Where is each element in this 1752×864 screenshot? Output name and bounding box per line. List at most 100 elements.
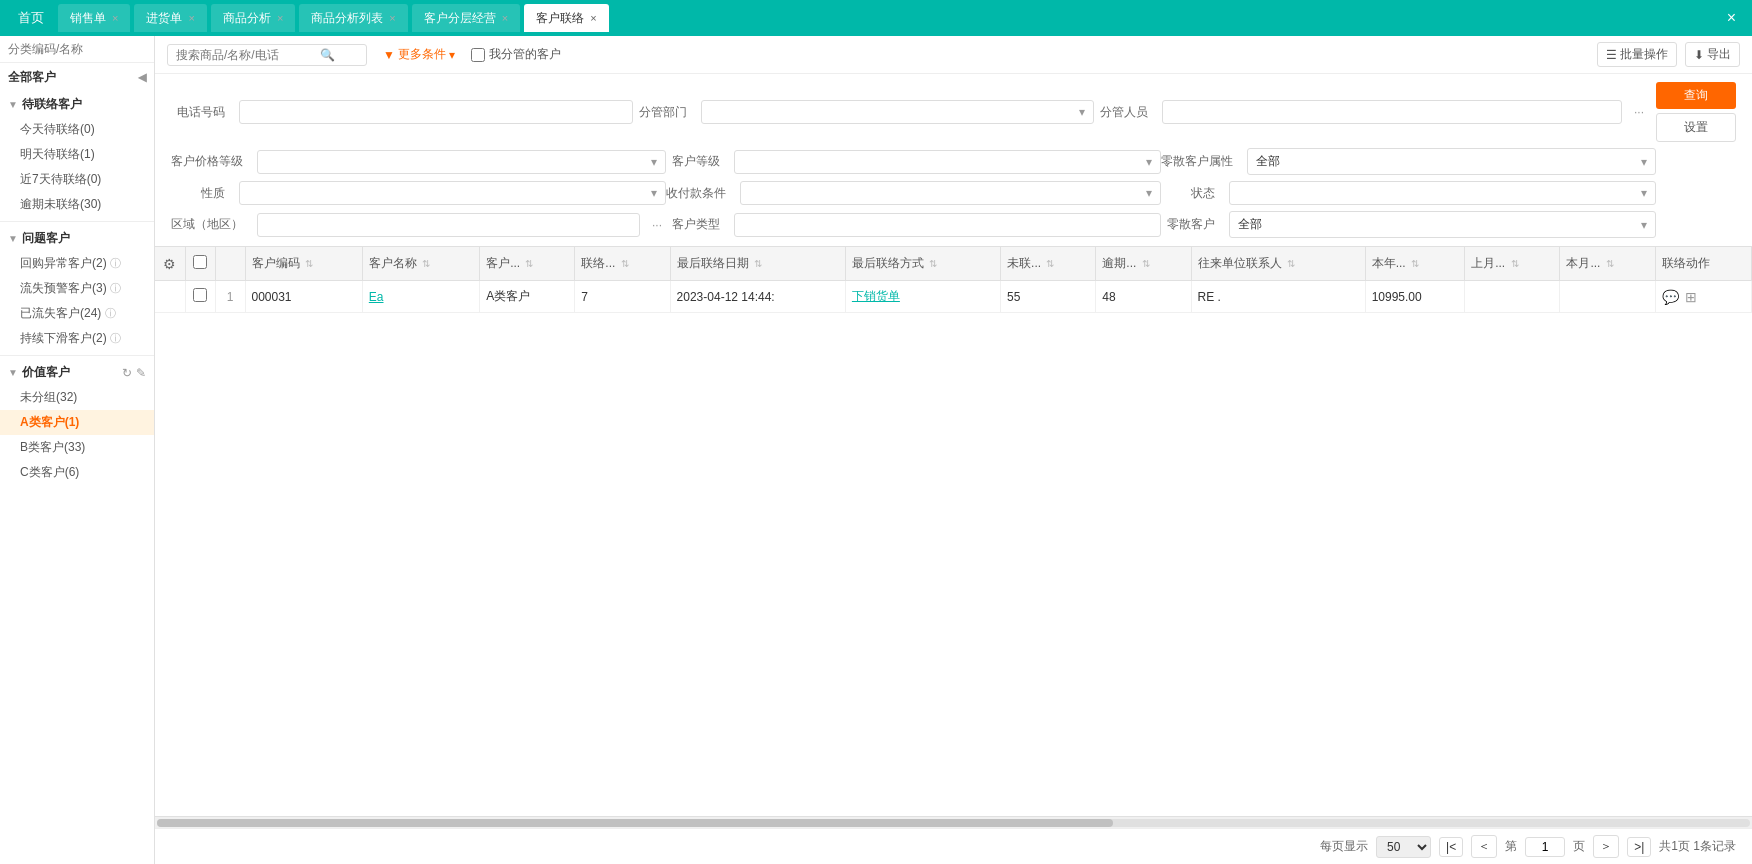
sidebar-item-class-b[interactable]: B类客户(33) xyxy=(0,435,154,460)
sidebar-item-class-c[interactable]: C类客户(6) xyxy=(0,460,154,485)
col-last-month-sort-icon[interactable]: ⇅ xyxy=(1511,258,1519,269)
more-conditions-button[interactable]: ▼ 更多条件 ▾ xyxy=(375,43,463,66)
sidebar-item-class-a[interactable]: A类客户(1) xyxy=(0,410,154,435)
sidebar-item-declining[interactable]: 持续下滑客户(2) ⓘ xyxy=(0,326,154,351)
filter-cell-price-level: 客户价格等级 ▾ xyxy=(171,150,666,174)
my-customers-checkbox-label[interactable]: 我分管的客户 xyxy=(471,46,561,63)
sidebar-item-7days[interactable]: 近7天待联络(0) xyxy=(0,167,154,192)
prev-page-button[interactable]: ＜ xyxy=(1471,835,1497,858)
page-number-input[interactable] xyxy=(1525,837,1565,857)
query-button[interactable]: 查询 xyxy=(1656,82,1736,109)
row-overdue: 48 xyxy=(1102,290,1115,304)
per-page-select[interactable]: 50 100 200 xyxy=(1376,836,1431,858)
col-contact-sort-icon[interactable]: ⇅ xyxy=(621,258,629,269)
col-last-way-sort-icon[interactable]: ⇅ xyxy=(929,258,937,269)
edit-icon[interactable]: ✎ xyxy=(136,366,146,380)
price-level-select[interactable]: ▾ xyxy=(257,150,666,174)
tab-sales[interactable]: 销售单 × xyxy=(58,4,130,32)
settings-button[interactable]: 设置 xyxy=(1656,113,1736,142)
sidebar-item-tomorrow[interactable]: 明天待联络(1) xyxy=(0,142,154,167)
retail-attr-select[interactable]: 全部 ▾ xyxy=(1247,148,1656,175)
tab-product-analysis-list[interactable]: 商品分析列表 × xyxy=(299,4,407,32)
next-page-button[interactable]: ＞ xyxy=(1593,835,1619,858)
scrollbar-thumb[interactable] xyxy=(157,819,1113,827)
col-this-month-sort-icon[interactable]: ⇅ xyxy=(1606,258,1614,269)
last-page-button[interactable]: >| xyxy=(1627,837,1651,857)
search-submit-icon[interactable]: 🔍 xyxy=(320,48,335,62)
group-value-label: 价值客户 xyxy=(22,364,70,381)
row-num: 1 xyxy=(227,290,234,304)
sidebar-item-repurchase-abnormal[interactable]: 回购异常客户(2) ⓘ xyxy=(0,251,154,276)
row-last-way[interactable]: 下销货单 xyxy=(852,289,900,303)
phone-input[interactable] xyxy=(239,100,633,124)
sidebar-item-loss-warning[interactable]: 流失预警客户(3) ⓘ xyxy=(0,276,154,301)
retail-attr-label: 零散客户属性 xyxy=(1161,153,1239,170)
sidebar-item-overdue[interactable]: 逾期未联络(30) xyxy=(0,192,154,217)
first-page-button[interactable]: |< xyxy=(1439,837,1463,857)
sidebar-item-unclassified[interactable]: 未分组(32) xyxy=(0,385,154,410)
close-purchase-tab[interactable]: × xyxy=(188,12,194,24)
sidebar-search-input[interactable] xyxy=(8,42,155,56)
close-sales-tab[interactable]: × xyxy=(112,12,118,24)
region-input[interactable] xyxy=(257,213,640,237)
export-button[interactable]: ⬇ 导出 xyxy=(1685,42,1740,67)
row-name[interactable]: Ea xyxy=(369,290,384,304)
search-input[interactable] xyxy=(176,48,316,62)
col-header-unit-contact: 往来单位联系人 ⇅ xyxy=(1191,247,1365,281)
collapse-icon[interactable]: ◀ xyxy=(138,71,146,84)
retail2-select[interactable]: 全部 ▾ xyxy=(1229,211,1656,238)
row-num-cell: 1 xyxy=(215,281,245,313)
col-overdue-sort-icon[interactable]: ⇅ xyxy=(1142,258,1150,269)
group-pending-contact[interactable]: ▼ 待联络客户 xyxy=(0,92,154,117)
col-header-name: 客户名称 ⇅ xyxy=(362,247,479,281)
select-all-checkbox[interactable] xyxy=(193,255,207,269)
payment-select[interactable]: ▾ xyxy=(740,181,1161,205)
col-header-last-way: 最后联络方式 ⇅ xyxy=(845,247,1000,281)
batch-operation-button[interactable]: ☰ 批量操作 xyxy=(1597,42,1677,67)
horizontal-scrollbar[interactable] xyxy=(155,816,1752,828)
col-year-total-sort-icon[interactable]: ⇅ xyxy=(1411,258,1419,269)
group-value-title[interactable]: ▼ 价值客户 xyxy=(8,364,70,381)
close-product-analysis-tab[interactable]: × xyxy=(277,12,283,24)
status-select[interactable]: ▾ xyxy=(1229,181,1656,205)
refresh-icon[interactable]: ↻ xyxy=(122,366,132,380)
home-tab[interactable]: 首页 xyxy=(8,9,54,27)
col-type-sort-icon[interactable]: ⇅ xyxy=(525,258,533,269)
col-header-code: 客户编码 ⇅ xyxy=(245,247,362,281)
person-dots-icon[interactable]: ··· xyxy=(1630,105,1648,119)
row-contact: 7 xyxy=(581,290,588,304)
col-name-sort-icon[interactable]: ⇅ xyxy=(422,258,430,269)
col-code-sort-icon[interactable]: ⇅ xyxy=(305,258,313,269)
tab-customer-contact[interactable]: 客户联络 × xyxy=(524,4,608,32)
tab-customer-segment[interactable]: 客户分层经营 × xyxy=(412,4,520,32)
customer-type-input[interactable] xyxy=(734,213,1161,237)
col-header-action: 联络动作 xyxy=(1655,247,1751,281)
action-link-icon[interactable]: ⊞ xyxy=(1685,289,1697,305)
my-customers-checkbox[interactable] xyxy=(471,48,485,62)
nature-select[interactable]: ▾ xyxy=(239,181,666,205)
tab-product-analysis[interactable]: 商品分析 × xyxy=(211,4,295,32)
sidebar-item-today[interactable]: 今天待联络(0) xyxy=(0,117,154,142)
region-dots-icon[interactable]: ··· xyxy=(648,218,666,232)
col-last-date-sort-icon[interactable]: ⇅ xyxy=(754,258,762,269)
sidebar-item-lost[interactable]: 已流失客户(24) ⓘ xyxy=(0,301,154,326)
window-close-button[interactable]: × xyxy=(1719,9,1744,27)
row-year-total-cell: 10995.00 xyxy=(1365,281,1465,313)
dept-select[interactable]: ▾ xyxy=(701,100,1095,124)
table-gear-icon[interactable]: ⚙ xyxy=(163,256,176,272)
close-customer-segment-tab[interactable]: × xyxy=(502,12,508,24)
col-contact-label: 联络... xyxy=(581,256,615,270)
row-checkbox[interactable] xyxy=(193,288,207,302)
customer-level-select[interactable]: ▾ xyxy=(734,150,1161,174)
all-customers-header[interactable]: 全部客户 ◀ xyxy=(0,63,154,92)
col-no-contact-sort-icon[interactable]: ⇅ xyxy=(1046,258,1054,269)
tab-purchase[interactable]: 进货单 × xyxy=(134,4,206,32)
close-product-analysis-list-tab[interactable]: × xyxy=(389,12,395,24)
info-icon-4: ⓘ xyxy=(110,332,121,344)
person-input[interactable] xyxy=(1162,100,1622,124)
col-unit-contact-sort-icon[interactable]: ⇅ xyxy=(1287,258,1295,269)
nature-arrow-icon: ▾ xyxy=(651,186,657,200)
group-problem-customers[interactable]: ▼ 问题客户 xyxy=(0,226,154,251)
action-comment-icon[interactable]: 💬 xyxy=(1662,289,1679,305)
close-customer-contact-tab[interactable]: × xyxy=(590,12,596,24)
